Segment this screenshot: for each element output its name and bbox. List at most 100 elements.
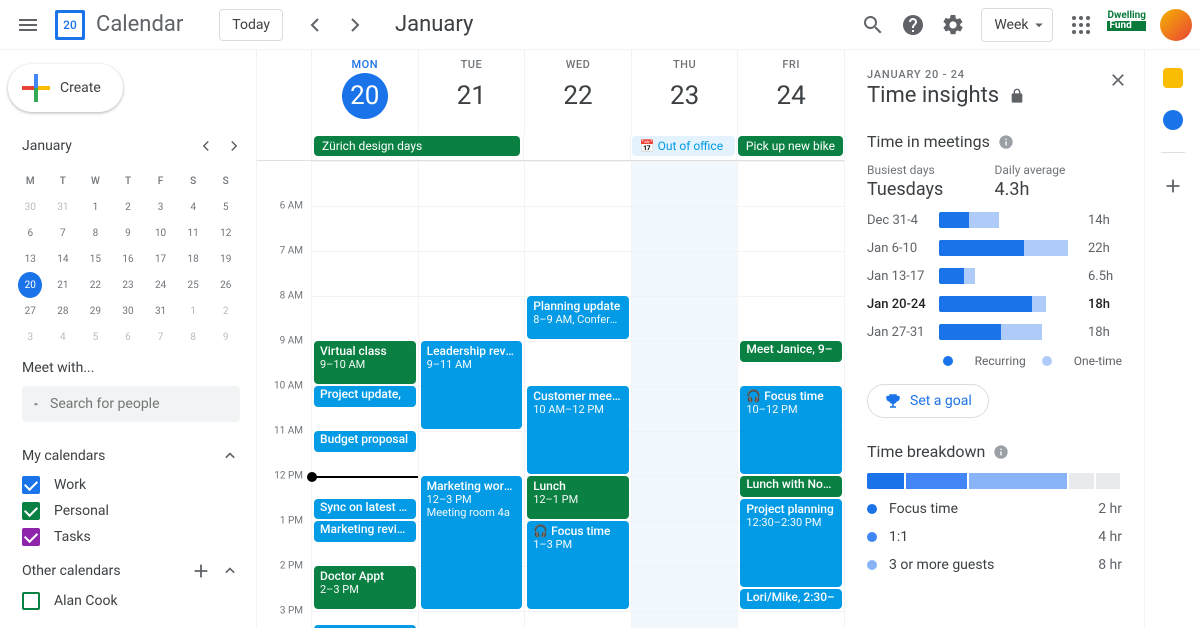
- allday-cell[interactable]: Pick up new bike: [736, 135, 844, 160]
- mini-day[interactable]: 21: [51, 272, 75, 298]
- mini-day[interactable]: 9: [116, 220, 140, 246]
- mini-day[interactable]: 3: [149, 194, 173, 220]
- add-addon-icon[interactable]: [1162, 175, 1184, 201]
- event[interactable]: Marketing review: [314, 521, 416, 542]
- day-column[interactable]: Leadership review9–11 AM Marketing worksh…: [418, 161, 525, 628]
- mini-day[interactable]: 19: [214, 246, 238, 272]
- mini-day[interactable]: 26: [214, 272, 238, 298]
- mini-day[interactable]: 24: [149, 272, 173, 298]
- mini-day[interactable]: 15: [83, 246, 107, 272]
- mini-day[interactable]: 3: [18, 324, 42, 350]
- mini-prev-button[interactable]: [192, 132, 220, 160]
- close-icon[interactable]: [1108, 70, 1128, 94]
- allday-event[interactable]: Zürich design days: [314, 136, 520, 156]
- day-header[interactable]: FRI24: [737, 50, 844, 135]
- mini-day[interactable]: 16: [116, 246, 140, 272]
- day-header[interactable]: THU23: [631, 50, 738, 135]
- mini-day[interactable]: 22: [83, 272, 107, 298]
- apps-icon[interactable]: [1061, 5, 1101, 45]
- avatar[interactable]: [1160, 9, 1192, 41]
- mini-day[interactable]: 30: [18, 194, 42, 220]
- mini-day[interactable]: 8: [83, 220, 107, 246]
- mini-day[interactable]: 13: [18, 246, 42, 272]
- event[interactable]: Virtual class9–10 AM: [314, 341, 416, 384]
- mini-day[interactable]: 31: [51, 194, 75, 220]
- mini-day[interactable]: 23: [116, 272, 140, 298]
- event[interactable]: Lunch12–1 PM: [527, 476, 629, 519]
- keep-icon[interactable]: [1163, 68, 1183, 88]
- calendar-item[interactable]: Work: [0, 472, 256, 498]
- mini-day[interactable]: 2: [116, 194, 140, 220]
- day-header[interactable]: WED22: [524, 50, 631, 135]
- mini-day[interactable]: 30: [116, 298, 140, 324]
- allday-cell[interactable]: [523, 135, 629, 160]
- allday-cell[interactable]: 📅 Out of office: [630, 135, 736, 160]
- checkbox[interactable]: [22, 592, 40, 610]
- mini-day[interactable]: 4: [181, 194, 205, 220]
- mini-day[interactable]: 6: [18, 220, 42, 246]
- mini-day[interactable]: 20: [18, 272, 42, 298]
- mini-day[interactable]: 28: [51, 298, 75, 324]
- event[interactable]: Leadership review9–11 AM: [421, 341, 523, 429]
- search-people-input[interactable]: [50, 396, 228, 412]
- create-button[interactable]: Create: [8, 64, 123, 112]
- today-button[interactable]: Today: [219, 9, 283, 41]
- set-goal-button[interactable]: Set a goal: [867, 384, 989, 418]
- event[interactable]: Project planning12:30–2:30 PM: [740, 499, 842, 587]
- checkbox[interactable]: [22, 528, 40, 546]
- add-icon[interactable]: [190, 560, 212, 582]
- event[interactable]: Doctor Appt2–3 PM: [314, 566, 416, 609]
- mini-day[interactable]: 4: [51, 324, 75, 350]
- mini-day[interactable]: 2: [214, 298, 238, 324]
- calendar-item[interactable]: Tasks: [0, 524, 256, 550]
- mini-day[interactable]: 5: [214, 194, 238, 220]
- day-column[interactable]: Meet Janice, 9–🎧 Focus time10–12 PMLunch…: [737, 161, 844, 628]
- settings-icon[interactable]: [933, 5, 973, 45]
- mini-day[interactable]: 9: [214, 324, 238, 350]
- mini-day[interactable]: 18: [181, 246, 205, 272]
- mini-day[interactable]: 6: [116, 324, 140, 350]
- day-column[interactable]: Planning update8–9 AM, Conference Custome…: [524, 161, 631, 628]
- mini-day[interactable]: 17: [149, 246, 173, 272]
- event[interactable]: Marketing workshop12–3 PMMeeting room 4a: [421, 476, 523, 609]
- day-column[interactable]: [631, 161, 738, 628]
- other-calendars-title[interactable]: Other calendars: [0, 550, 256, 588]
- event[interactable]: Review the propo: [314, 625, 416, 628]
- mini-day[interactable]: 12: [214, 220, 238, 246]
- checkbox[interactable]: [22, 476, 40, 494]
- calendar-item[interactable]: Alan Cook: [0, 588, 256, 614]
- mini-day[interactable]: 1: [181, 298, 205, 324]
- mini-day[interactable]: 29: [83, 298, 107, 324]
- event[interactable]: Planning update8–9 AM, Conference: [527, 296, 629, 339]
- next-week-button[interactable]: [335, 5, 375, 45]
- event[interactable]: Customer meeting10 AM–12 PM: [527, 386, 629, 474]
- event[interactable]: Meet Janice, 9–: [740, 341, 842, 362]
- allday-event[interactable]: Pick up new bike: [738, 136, 843, 156]
- my-calendars-title[interactable]: My calendars: [0, 436, 256, 472]
- day-column[interactable]: Virtual class9–10 AMProject update, Budg…: [311, 161, 418, 628]
- prev-week-button[interactable]: [295, 5, 335, 45]
- mini-next-button[interactable]: [220, 132, 248, 160]
- event[interactable]: 🎧 Focus time1–3 PM: [527, 521, 629, 609]
- mini-day[interactable]: 7: [149, 324, 173, 350]
- event[interactable]: Sync on latest de: [314, 499, 416, 520]
- allday-event[interactable]: 📅 Out of office: [632, 136, 735, 156]
- mini-day[interactable]: 25: [181, 272, 205, 298]
- hamburger-icon[interactable]: [8, 5, 48, 45]
- day-header[interactable]: MON20: [311, 50, 418, 135]
- mini-day[interactable]: 27: [18, 298, 42, 324]
- search-icon[interactable]: [853, 5, 893, 45]
- allday-cell[interactable]: Zürich design days: [311, 135, 417, 160]
- event[interactable]: Lunch with Noah: [740, 476, 842, 497]
- help-icon[interactable]: [893, 5, 933, 45]
- search-people[interactable]: [22, 386, 240, 422]
- checkbox[interactable]: [22, 502, 40, 520]
- mini-day[interactable]: 8: [181, 324, 205, 350]
- mini-day[interactable]: 5: [83, 324, 107, 350]
- calendar-item[interactable]: Personal: [0, 498, 256, 524]
- event[interactable]: Budget proposal: [314, 431, 416, 452]
- info-icon[interactable]: [993, 444, 1009, 460]
- info-icon[interactable]: [998, 134, 1014, 150]
- event[interactable]: Lori/Mike, 2:30–: [740, 589, 842, 610]
- mini-day[interactable]: 31: [149, 298, 173, 324]
